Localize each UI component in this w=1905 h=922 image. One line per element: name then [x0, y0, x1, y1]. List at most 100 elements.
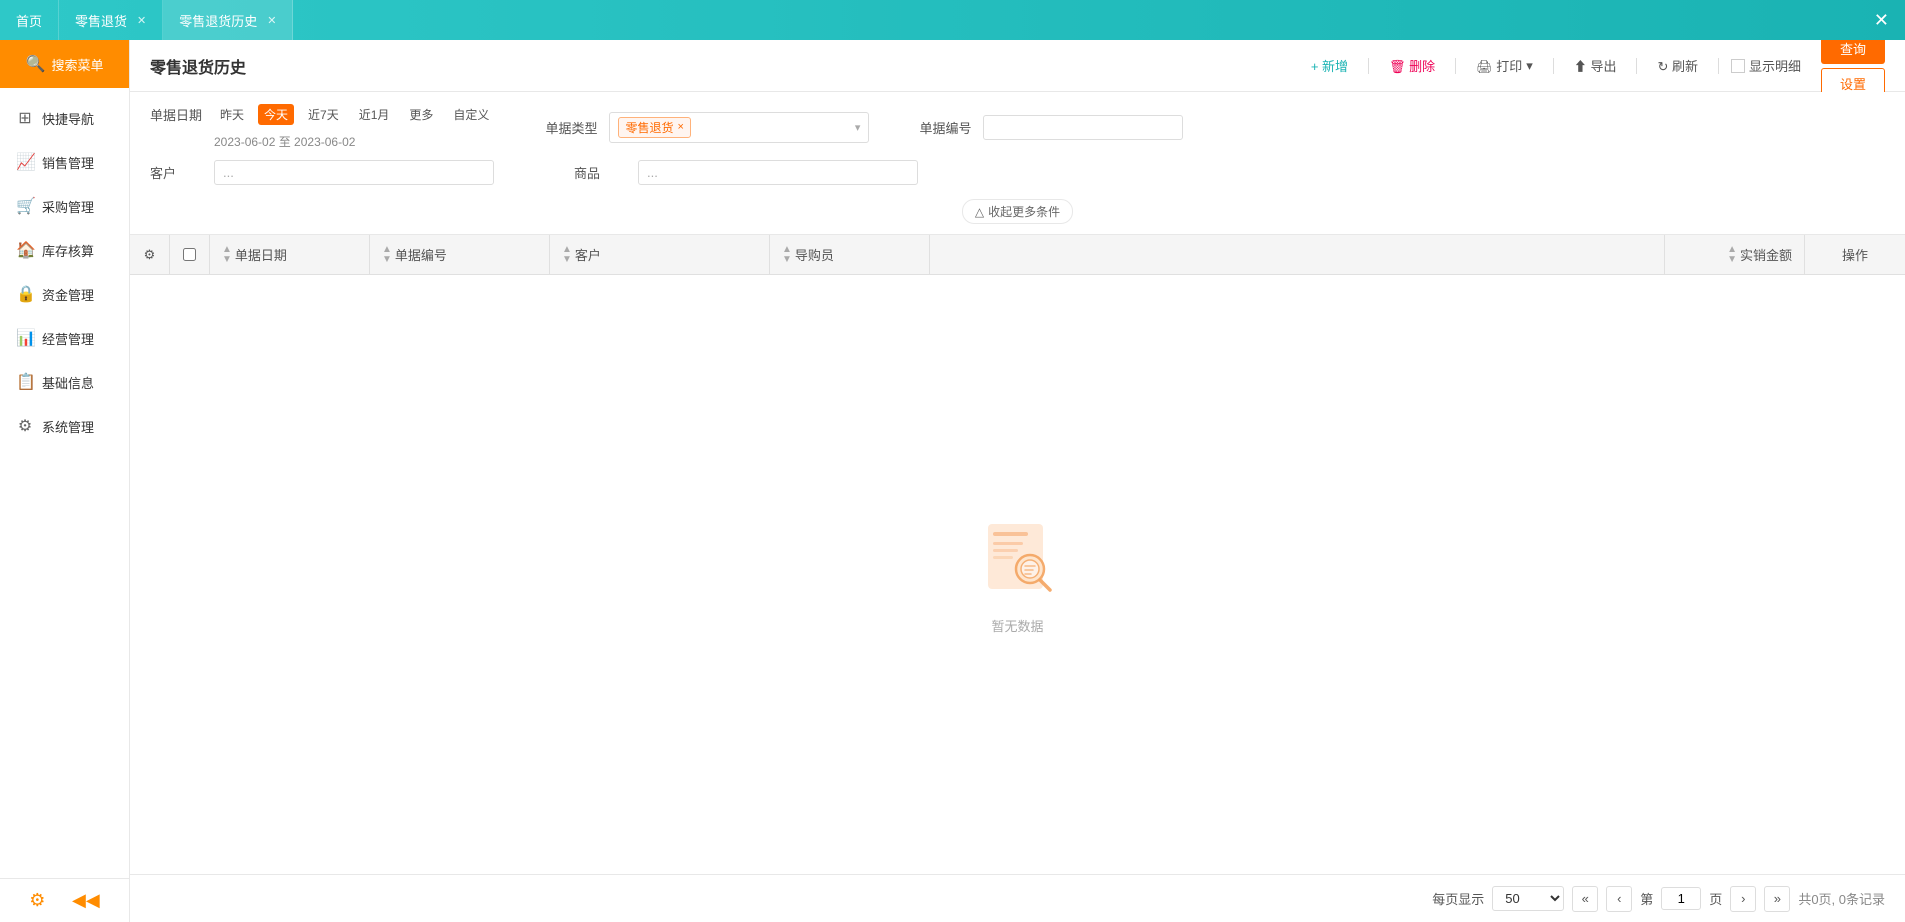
sidebar-settings-icon[interactable]: ⚙ [29, 890, 45, 911]
goods-dots: ... [647, 165, 658, 180]
sidebar-item-sales-label: 销售管理 [42, 153, 94, 172]
tab-return-close[interactable]: ✕ [137, 14, 146, 27]
sidebar-item-finance[interactable]: 🔒 资金管理 [0, 272, 129, 316]
per-page-select[interactable]: 10 20 50 100 [1492, 886, 1564, 911]
filter-row-1: 单据日期 昨天 今天 近7天 近1月 更多 自定义 2023-06-02 至 2… [150, 104, 1885, 150]
th-amount: ▲▼ 实销金额 [1665, 235, 1805, 274]
print-dropdown-icon[interactable]: ▾ [1526, 58, 1533, 74]
date-opt-last-month[interactable]: 近1月 [353, 104, 396, 125]
page-suffix: 页 [1709, 889, 1722, 908]
sidebar-item-sales[interactable]: 📈 销售管理 [0, 140, 129, 184]
date-options: 昨天 今天 近7天 近1月 更多 自定义 [214, 104, 495, 125]
filter-area: 单据日期 昨天 今天 近7天 近1月 更多 自定义 2023-06-02 至 2… [130, 92, 1905, 235]
date-opt-last7[interactable]: 近7天 [302, 104, 345, 125]
table-header: ⚙ ▲▼ 单据日期 ▲▼ 单据编号 [130, 235, 1905, 275]
last-page-button[interactable]: » [1764, 886, 1790, 912]
sidebar-item-operations-label: 经营管理 [42, 329, 94, 348]
next-page-icon: › [1741, 891, 1745, 906]
guide-sort-icon[interactable]: ▲▼ [782, 245, 792, 265]
sidebar-item-inventory[interactable]: 🏠 库存核算 [0, 228, 129, 272]
th-op: 操作 [1805, 235, 1905, 274]
bill-no-input[interactable] [992, 120, 1174, 135]
new-button[interactable]: + 新增 [1303, 52, 1356, 79]
new-button-label: + 新增 [1311, 56, 1348, 75]
bill-type-tag-label: 零售退货 [625, 119, 673, 136]
collapse-row: △ 收起更多条件 [150, 195, 1885, 226]
divider3 [1553, 58, 1554, 74]
collapse-button[interactable]: △ 收起更多条件 [962, 199, 1073, 224]
date-opt-more[interactable]: 更多 [403, 104, 439, 125]
sidebar-item-basic-info[interactable]: 📋 基础信息 [0, 360, 129, 404]
page-number-input[interactable] [1661, 887, 1701, 910]
amount-sort-icon[interactable]: ▲▼ [1727, 245, 1737, 265]
show-detail-toggle[interactable]: 显示明细 [1731, 56, 1801, 75]
bill-type-dropdown-icon[interactable]: ▾ [855, 121, 861, 134]
sidebar-item-finance-label: 资金管理 [42, 285, 94, 304]
page-label: 第 [1640, 889, 1653, 908]
divider5 [1718, 58, 1719, 74]
th-billno: ▲▼ 单据编号 [370, 235, 550, 274]
select-all-checkbox[interactable] [183, 248, 196, 261]
sidebar-search-button[interactable]: 🔍 搜索菜单 [0, 40, 129, 88]
sidebar-volume-icon[interactable]: ◀◀ [72, 890, 100, 911]
sidebar-item-quick-nav-label: 快捷导航 [42, 109, 94, 128]
sidebar-item-quick-nav[interactable]: ⊞ 快捷导航 [0, 96, 129, 140]
goods-label: 商品 [574, 163, 630, 182]
tab-return[interactable]: 零售退货 ✕ [59, 0, 163, 40]
th-spacer [930, 235, 1665, 274]
sidebar-item-system-label: 系统管理 [42, 417, 94, 436]
th-date-label: 单据日期 [235, 245, 287, 264]
window-close-button[interactable]: ✕ [1858, 10, 1905, 31]
tab-return-history[interactable]: 零售退货历史 ✕ [163, 0, 293, 40]
search-icon: 🔍 [26, 54, 46, 74]
date-opt-today[interactable]: 今天 [258, 104, 294, 125]
goods-input-wrap[interactable]: ... [638, 160, 918, 185]
first-page-icon: « [1582, 891, 1589, 906]
tab-home-label: 首页 [16, 11, 42, 30]
operations-icon: 📊 [16, 328, 34, 348]
export-button-label: ⬆ 导出 [1574, 56, 1617, 75]
customer-dots: ... [223, 165, 234, 180]
customer-sort-icon[interactable]: ▲▼ [562, 245, 572, 265]
export-button[interactable]: ⬆ 导出 [1566, 52, 1625, 79]
th-amount-label: 实销金额 [1740, 245, 1792, 264]
refresh-button[interactable]: ↻ 刷新 [1649, 52, 1706, 79]
query-button[interactable]: 查询 [1821, 40, 1885, 64]
header-actions: + 新增 🗑 删除 🖨 打印 ▾ ⬆ 导出 ↻ 刷新 [1303, 40, 1885, 99]
customer-input-wrap[interactable]: ... [214, 160, 494, 185]
tab-home[interactable]: 首页 [0, 0, 59, 40]
bill-type-tag-close[interactable]: × [677, 121, 683, 133]
per-page-label: 每页显示 [1432, 889, 1484, 908]
show-detail-checkbox[interactable] [1731, 59, 1745, 73]
th-checkbox[interactable] [170, 235, 210, 274]
th-billno-label: 单据编号 [395, 245, 447, 264]
sidebar-search-label: 搜索菜单 [51, 55, 103, 74]
sidebar-item-purchase[interactable]: 🛒 采购管理 [0, 184, 129, 228]
sidebar-nav: ⊞ 快捷导航 📈 销售管理 🛒 采购管理 🏠 库存核算 🔒 资金管理 📊 [0, 88, 129, 878]
main-layout: 🔍 搜索菜单 ⊞ 快捷导航 📈 销售管理 🛒 采购管理 🏠 库存核算 🔒 [0, 40, 1905, 922]
last-page-icon: » [1774, 891, 1781, 906]
tab-list: 首页 零售退货 ✕ 零售退货历史 ✕ [0, 0, 1858, 40]
th-settings[interactable]: ⚙ [130, 235, 170, 274]
show-detail-label-text: 显示明细 [1749, 56, 1801, 75]
delete-button[interactable]: 🗑 删除 [1381, 52, 1443, 79]
sidebar-bottom: ⚙ ◀◀ [0, 878, 129, 922]
sidebar-item-system[interactable]: ⚙ 系统管理 [0, 404, 129, 448]
billno-sort-icon[interactable]: ▲▼ [382, 245, 392, 265]
print-button[interactable]: 🖨 打印 ▾ [1468, 52, 1541, 79]
th-customer-label: 客户 [575, 245, 601, 264]
date-opt-custom[interactable]: 自定义 [447, 104, 495, 125]
first-page-button[interactable]: « [1572, 886, 1598, 912]
date-opt-yesterday[interactable]: 昨天 [214, 104, 250, 125]
sidebar-item-operations[interactable]: 📊 经营管理 [0, 316, 129, 360]
refresh-button-label: ↻ 刷新 [1657, 56, 1698, 75]
bill-type-select[interactable]: 零售退货 × ▾ [609, 112, 869, 143]
next-page-button[interactable]: › [1730, 886, 1756, 912]
collapse-button-label: 收起更多条件 [988, 203, 1060, 220]
prev-page-button[interactable]: ‹ [1606, 886, 1632, 912]
tab-return-history-close[interactable]: ✕ [267, 14, 276, 27]
inventory-icon: 🏠 [16, 240, 34, 260]
date-sort-icon[interactable]: ▲▼ [222, 245, 232, 265]
quick-nav-icon: ⊞ [16, 108, 34, 128]
finance-icon: 🔒 [16, 284, 34, 304]
